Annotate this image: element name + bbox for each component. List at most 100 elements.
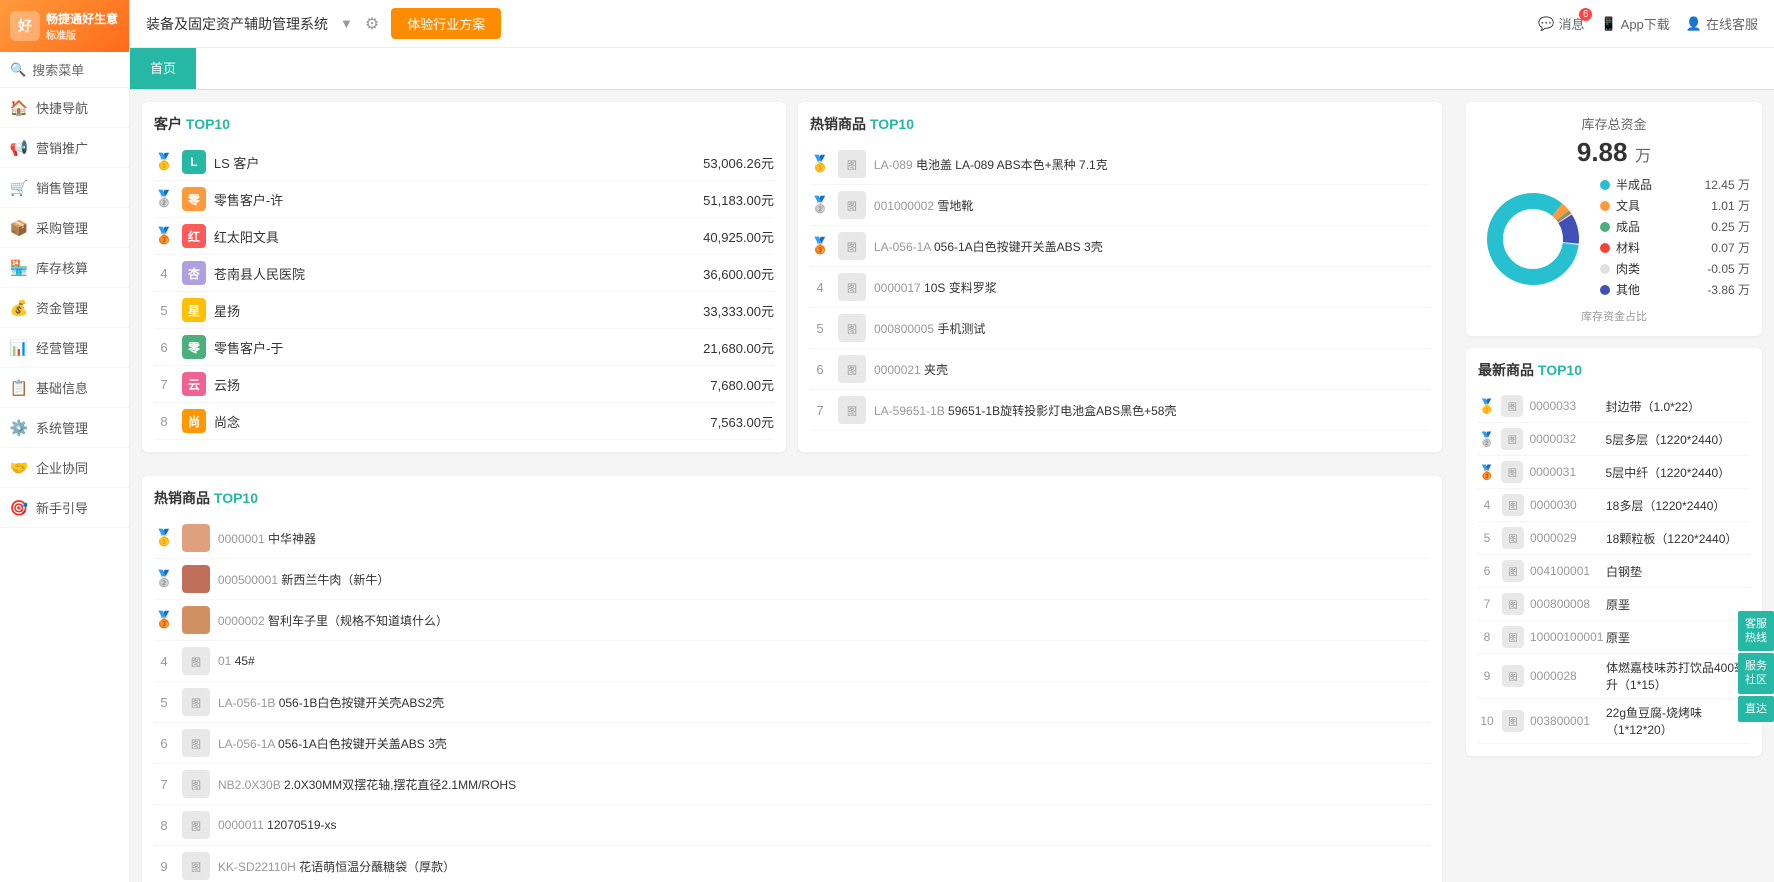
newest-product-row: 🥇 图 0000033 封边带（1.0*22） (1478, 390, 1750, 423)
product-name: 5层多层（1220*2440） (1605, 431, 1750, 448)
product-icon: 图 (1502, 527, 1524, 549)
newest-product-row: 6 图 004100001 白钢垫 (1478, 555, 1750, 588)
product-name: 22g鱼豆腐-烧烤味（1*12*20） (1606, 704, 1750, 738)
legend-dot (1600, 264, 1610, 274)
online-service-button[interactable]: 👤 在线客服 (1686, 14, 1758, 33)
search-menu-item[interactable]: 🔍 搜索菜单 (0, 52, 129, 88)
phone-icon: 📱 (1600, 16, 1616, 32)
right-panel: 库存总资金 9.88 万 (1454, 90, 1774, 882)
sidebar-item-sales[interactable]: 🛒 销售管理 (0, 168, 129, 208)
sidebar-item-operations[interactable]: 📊 经营管理 (0, 328, 129, 368)
product-icon: 图 (182, 688, 210, 716)
sidebar-item-label: 基础信息 (36, 378, 88, 397)
tab-home[interactable]: 首页 (130, 48, 196, 89)
customer-value: 40,925.00元 (703, 227, 774, 246)
customer-name: 零售客户-于 (214, 338, 695, 357)
sidebar-item-enterprise[interactable]: 🤝 企业协同 (0, 448, 129, 488)
operations-icon: 📊 (10, 339, 28, 357)
hot-product-right-row: 4 图 0000017 10S 变料罗浆 (810, 267, 1430, 308)
customer-list: 🥇 L LS 客户 53,006.26元 🥈 零 零售客户-许 51,183.0… (154, 144, 774, 440)
legend-dot (1600, 243, 1610, 253)
finance-icon: 💰 (10, 299, 28, 317)
hot-product-right-row: 🥉 图 LA-056-1A 056-1A白色按键开关盖ABS 3壳 (810, 226, 1430, 267)
sidebar-item-label: 库存核算 (36, 258, 88, 277)
customer-value: 7,563.00元 (710, 412, 774, 431)
sidebar-item-system[interactable]: ⚙️ 系统管理 (0, 408, 129, 448)
marketing-icon: 📢 (10, 139, 28, 157)
product-info: 0000002 智利车子里（规格不知道填什么） (218, 612, 1430, 629)
inventory-chart: 半成品 12.45 万 文具 1.01 万 成品 0.25 万 (1478, 176, 1750, 302)
customer-row: 5 星 星扬 33,333.00元 (154, 292, 774, 329)
title-dropdown-icon[interactable]: ▼ (340, 16, 353, 31)
product-icon: 图 (1502, 626, 1524, 648)
customer-service-button[interactable]: 客服热线 (1738, 611, 1774, 652)
sidebar-item-label: 采购管理 (36, 218, 88, 237)
customer-value: 21,680.00元 (703, 338, 774, 357)
rank-num: 7 (154, 377, 174, 392)
product-code: 0000033 (1529, 399, 1599, 413)
customer-row: 7 云 云扬 7,680.00元 (154, 366, 774, 403)
sales-icon: 🛒 (10, 179, 28, 197)
app-sub: 标准版 (46, 27, 118, 42)
top-customers-title: 客户 TOP10 (154, 114, 774, 134)
customer-row: 6 零 零售客户-于 21,680.00元 (154, 329, 774, 366)
rank-num: 5 (154, 695, 174, 710)
rank-num: 4 (154, 266, 174, 281)
online-service-label: 在线客服 (1706, 14, 1758, 33)
hot-product-right-row: 5 图 000800005 手机测试 (810, 308, 1430, 349)
customer-name: 星扬 (214, 301, 695, 320)
rank-medal: 🥈 (1478, 431, 1495, 448)
inventory-unit: 万 (1635, 148, 1651, 165)
product-icon: 图 (1501, 395, 1523, 417)
messages-button[interactable]: 💬 消息 6 (1538, 14, 1584, 33)
product-code: 10000100001 (1530, 630, 1600, 644)
rank-medal: 🥇 (154, 528, 174, 548)
customer-name: 零售客户-许 (214, 190, 695, 209)
customer-row: 4 杏 苍南县人民医院 36,600.00元 (154, 255, 774, 292)
rank-medal: 🥇 (1478, 398, 1495, 415)
newest-product-row: 7 图 000800008 原垩 (1478, 588, 1750, 621)
sidebar-item-purchase[interactable]: 📦 采购管理 (0, 208, 129, 248)
system-title: 装备及固定资产辅助管理系统 (146, 14, 328, 34)
service-icon: 👤 (1686, 16, 1702, 32)
sidebar-item-inventory[interactable]: 🏪 库存核算 (0, 248, 129, 288)
customer-row: 🥈 零 零售客户-许 51,183.00元 (154, 181, 774, 218)
rank-medal: 🥉 (1478, 464, 1495, 481)
hot-products-title: 热销商品 TOP10 (154, 488, 1430, 508)
customer-name: 红太阳文具 (214, 227, 695, 246)
sidebar-item-base[interactable]: 📋 基础信息 (0, 368, 129, 408)
rank-num: 7 (810, 403, 830, 418)
sidebar-logo: 好 畅捷通好生意 标准版 (0, 0, 129, 52)
product-info: LA-59651-1B 59651-1B旋转投影灯电池盒ABS黑色+58壳 (874, 402, 1430, 419)
rank-medal: 🥉 (154, 610, 174, 630)
newest-product-row: 5 图 0000029 18颗粒板（1220*2440） (1478, 522, 1750, 555)
sidebar-item-guide[interactable]: 🎯 新手引导 (0, 488, 129, 528)
product-icon: 图 (838, 150, 866, 178)
newest-products-list: 🥇 图 0000033 封边带（1.0*22） 🥈 图 0000032 5层多层… (1478, 390, 1750, 744)
product-info: LA-089 电池盖 LA-089 ABS本色+黑种 7.1克 (874, 156, 1430, 173)
settings-icon[interactable]: ⚙ (365, 14, 379, 34)
product-icon: 图 (838, 314, 866, 342)
customer-name: 云扬 (214, 375, 702, 394)
hot-products-right-list: 🥇 图 LA-089 电池盖 LA-089 ABS本色+黑种 7.1克 🥈 图 … (810, 144, 1430, 431)
trial-button[interactable]: 体验行业方案 (391, 8, 501, 39)
customer-name: 苍南县人民医院 (214, 264, 695, 283)
sidebar-item-finance[interactable]: 💰 资金管理 (0, 288, 129, 328)
product-name: 封边带（1.0*22） (1605, 398, 1750, 415)
direct-button[interactable]: 直达 (1738, 696, 1774, 722)
product-icon: 图 (1501, 428, 1523, 450)
app-download-button[interactable]: 📱 App下载 (1600, 14, 1669, 33)
donut-chart (1478, 184, 1588, 294)
sidebar-item-label: 营销推广 (36, 138, 88, 157)
legend-dot (1600, 180, 1610, 190)
sidebar-item-marketing[interactable]: 📢 营销推广 (0, 128, 129, 168)
product-info: 01 45# (218, 654, 1430, 668)
product-icon: 图 (1502, 665, 1524, 687)
sidebar-item-quick-nav[interactable]: 🏠 快捷导航 (0, 88, 129, 128)
rank-num: 6 (154, 736, 174, 751)
rank-medal: 🥈 (154, 569, 174, 589)
legend-item-stationery: 文具 1.01 万 (1600, 197, 1750, 214)
customer-value: 7,680.00元 (710, 375, 774, 394)
service-community-button[interactable]: 服务社区 (1738, 653, 1774, 694)
rank-num: 5 (154, 303, 174, 318)
